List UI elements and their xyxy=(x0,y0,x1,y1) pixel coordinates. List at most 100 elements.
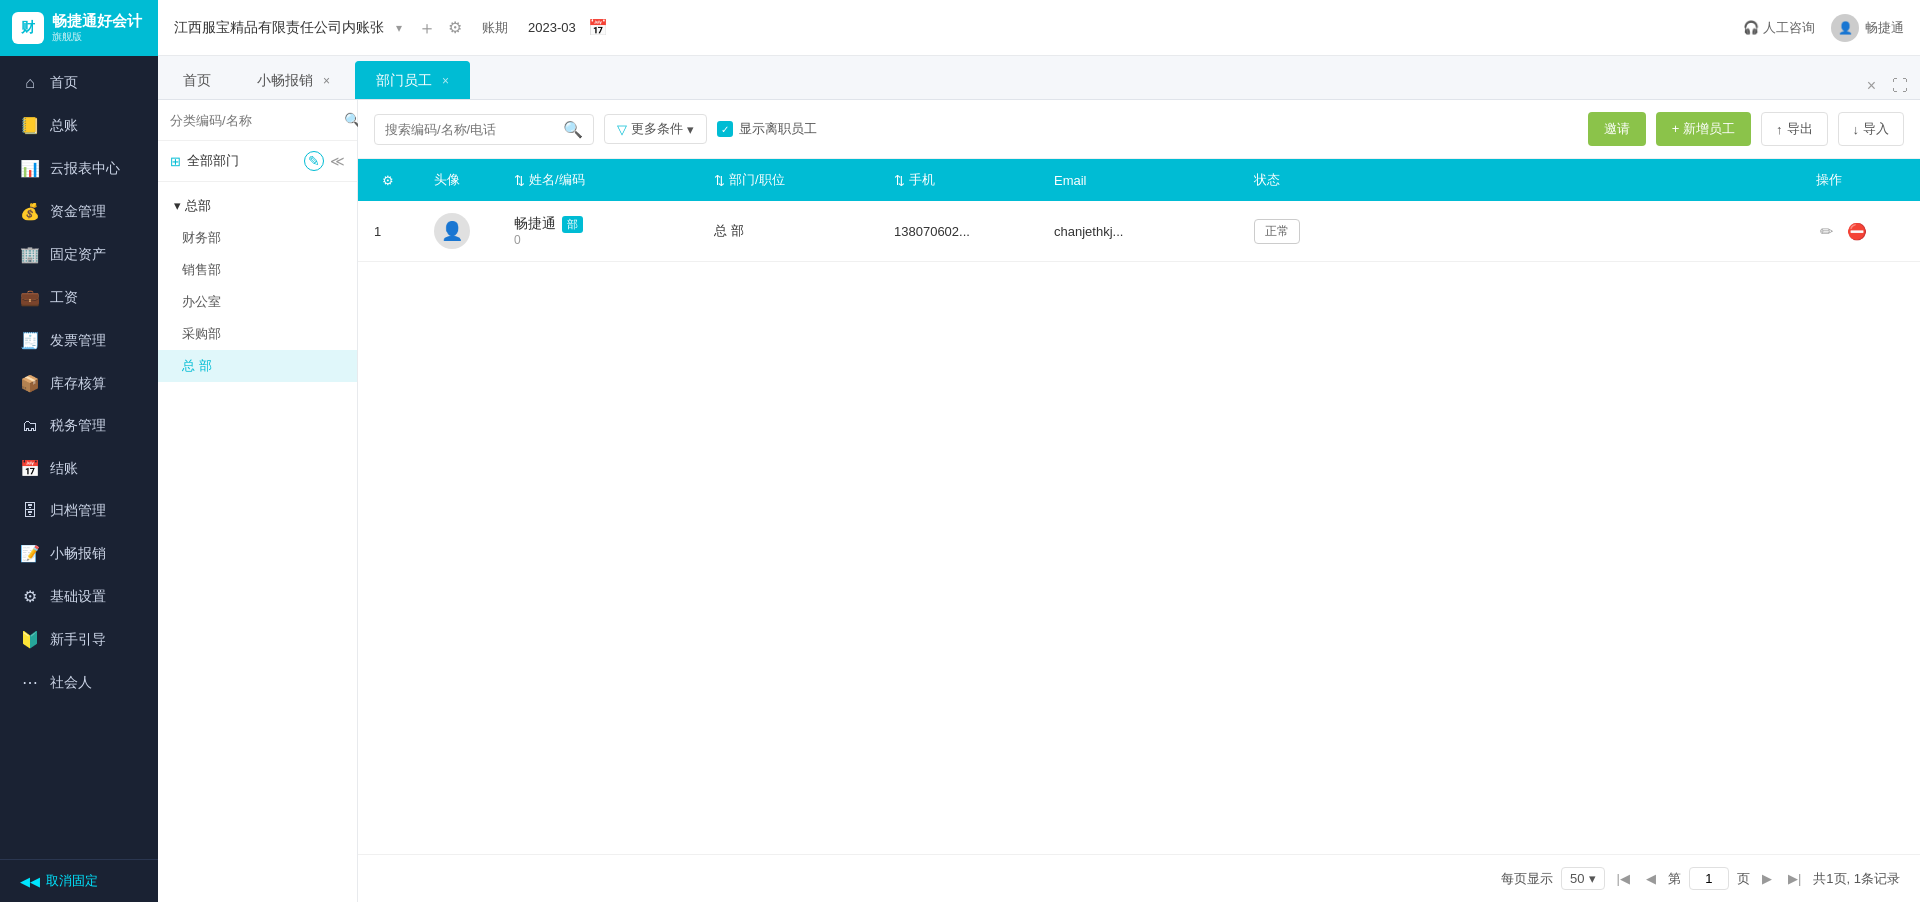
sidebar-item-capital[interactable]: 💰 资金管理 xyxy=(0,190,158,233)
first-page-icon[interactable]: |◀ xyxy=(1613,869,1634,888)
sidebar-item-label: 新手引导 xyxy=(50,631,106,649)
tab-expense[interactable]: 小畅报销 × xyxy=(236,61,351,99)
import-button[interactable]: ↓ 导入 xyxy=(1838,112,1905,146)
tab-department[interactable]: 部门员工 × xyxy=(355,61,470,99)
sidebar-pin-toggle[interactable]: ◀◀ 取消固定 xyxy=(0,859,158,902)
add-company-icon[interactable]: ＋ xyxy=(418,16,436,40)
row-avatar: 👤 xyxy=(418,201,498,261)
topbar-right: 🎧 人工咨询 👤 畅捷通 xyxy=(1743,14,1904,42)
sidebar-item-invoice[interactable]: 🧾 发票管理 xyxy=(0,319,158,362)
dept-search-input[interactable] xyxy=(170,113,338,128)
tab-home[interactable]: 首页 xyxy=(162,61,232,99)
sidebar-logo: 财 畅捷通好会计 旗舰版 xyxy=(0,0,158,56)
tab-label: 部门员工 xyxy=(376,72,432,90)
tab-close-icon[interactable]: × xyxy=(323,74,330,88)
dept-actions: ✎ xyxy=(304,151,324,171)
th-avatar-label: 头像 xyxy=(434,171,460,189)
th-name[interactable]: ⇅ 姓名/编码 xyxy=(498,159,698,201)
sidebar-item-label: 发票管理 xyxy=(50,332,106,350)
row-email: chanjethkj... xyxy=(1038,212,1238,251)
close-tab-icon[interactable]: × xyxy=(1863,73,1880,99)
edit-employee-icon[interactable]: ✏ xyxy=(1816,220,1837,243)
edit-dept-icon[interactable]: ✎ xyxy=(304,151,324,171)
app-edition: 旗舰版 xyxy=(52,30,142,44)
invoice-icon: 🧾 xyxy=(20,331,40,350)
sidebar-item-archive[interactable]: 🗄 归档管理 xyxy=(0,490,158,532)
sidebar-item-label: 总账 xyxy=(50,117,78,135)
company-dropdown-icon[interactable]: ▾ xyxy=(396,21,402,35)
employee-avatar: 👤 xyxy=(434,213,470,249)
per-page-value: 50 xyxy=(1570,871,1584,886)
close-period-icon: 📅 xyxy=(20,459,40,478)
th-status: 状态 xyxy=(1238,159,1800,201)
logout-employee-icon[interactable]: ⛔ xyxy=(1843,220,1871,243)
sidebar-item-close[interactable]: 📅 结账 xyxy=(0,447,158,490)
invite-button[interactable]: 邀请 xyxy=(1588,112,1646,146)
filter-chevron-icon: ▾ xyxy=(687,122,694,137)
show-former-employees[interactable]: ✓ 显示离职员工 xyxy=(717,120,817,138)
pin-icon: ◀◀ xyxy=(20,874,40,889)
last-page-icon[interactable]: ▶| xyxy=(1784,869,1805,888)
sidebar-item-tax[interactable]: 🗂 税务管理 xyxy=(0,405,158,447)
user-menu[interactable]: 👤 畅捷通 xyxy=(1831,14,1904,42)
sidebar-item-assets[interactable]: 🏢 固定资产 xyxy=(0,233,158,276)
dept-item-hq[interactable]: 总 部 xyxy=(158,350,357,382)
service-button[interactable]: 🎧 人工咨询 xyxy=(1743,19,1815,37)
sidebar-item-ledger[interactable]: 📒 总账 xyxy=(0,104,158,147)
th-phone[interactable]: ⇅ 手机 xyxy=(878,159,1038,201)
sidebar-item-salary[interactable]: 💼 工资 xyxy=(0,276,158,319)
dept-item-finance[interactable]: 财务部 xyxy=(158,222,357,254)
sidebar-item-label: 小畅报销 xyxy=(50,545,106,563)
table-body: 1 👤 畅捷通 部 xyxy=(358,201,1920,262)
next-page-icon[interactable]: ▶ xyxy=(1758,869,1776,888)
emp-search-box: 🔍 xyxy=(374,114,594,145)
sidebar-item-label: 首页 xyxy=(50,74,78,92)
row-actions: ✏ ⛔ xyxy=(1800,208,1920,255)
sidebar-item-more[interactable]: ⋯ 社会人 xyxy=(0,661,158,704)
sidebar-item-expense[interactable]: 📝 小畅报销 xyxy=(0,532,158,575)
gear-icon[interactable]: ⚙ xyxy=(382,173,394,188)
dept-item-headquarters-parent[interactable]: ▾ 总部 xyxy=(158,190,357,222)
employee-name: 畅捷通 xyxy=(514,215,556,233)
filter-icon: ▽ xyxy=(617,122,627,137)
export-button[interactable]: ↑ 导出 xyxy=(1761,112,1828,146)
page-input[interactable] xyxy=(1689,867,1729,890)
employee-dept: 总 部 xyxy=(714,222,744,240)
per-page-select[interactable]: 50 ▾ xyxy=(1561,867,1604,890)
th-gear[interactable]: ⚙ xyxy=(358,159,418,201)
sidebar-item-label: 云报表中心 xyxy=(50,160,120,178)
row-name-code: 畅捷通 部 0 xyxy=(498,203,698,259)
dept-collapse-icon[interactable]: ≪ xyxy=(330,153,345,169)
calendar-icon[interactable]: 📅 xyxy=(588,18,608,37)
period-value: 2023-03 xyxy=(528,20,576,35)
th-dept[interactable]: ⇅ 部门/职位 xyxy=(698,159,878,201)
sidebar-item-guide[interactable]: 🔰 新手引导 xyxy=(0,618,158,661)
search-icon[interactable]: 🔍 xyxy=(563,120,583,139)
expense-icon: 📝 xyxy=(20,544,40,563)
show-former-checkbox[interactable]: ✓ xyxy=(717,121,733,137)
sidebar-item-settings[interactable]: ⚙ 基础设置 xyxy=(0,575,158,618)
tabs-bar: 首页 小畅报销 × 部门员工 × × ⛶ xyxy=(158,56,1920,100)
emp-search-input[interactable] xyxy=(385,122,557,137)
content-area: 🔍 ⊞ 全部部门 ✎ ≪ ▾ 总部 财务部 销售部 办公室 采购部 总 部 xyxy=(158,100,1920,902)
filter-button[interactable]: ▽ 更多条件 ▾ xyxy=(604,114,707,144)
settings-icon[interactable]: ⚙ xyxy=(448,18,462,37)
prev-page-icon[interactable]: ◀ xyxy=(1642,869,1660,888)
table-row: 1 👤 畅捷通 部 xyxy=(358,201,1920,262)
per-page-chevron-icon: ▾ xyxy=(1589,871,1596,886)
sidebar-item-reports[interactable]: 📊 云报表中心 xyxy=(0,147,158,190)
add-employee-button[interactable]: + 新增员工 xyxy=(1656,112,1751,146)
page-label: 页 xyxy=(1737,870,1750,888)
company-name: 江西服宝精品有限责任公司内账张 xyxy=(174,19,384,37)
dept-item-office[interactable]: 办公室 xyxy=(158,286,357,318)
expand-icon[interactable]: ⛶ xyxy=(1888,73,1912,99)
dept-item-purchase[interactable]: 采购部 xyxy=(158,318,357,350)
tab-close-icon[interactable]: × xyxy=(442,74,449,88)
th-name-label: 姓名/编码 xyxy=(529,171,585,189)
show-former-label: 显示离职员工 xyxy=(739,120,817,138)
row-phone: 138070602... xyxy=(878,212,1038,251)
th-phone-sort-icon: ⇅ xyxy=(894,173,905,188)
sidebar-item-home[interactable]: ⌂ 首页 xyxy=(0,62,158,104)
sidebar-item-inventory[interactable]: 📦 库存核算 xyxy=(0,362,158,405)
dept-item-sales[interactable]: 销售部 xyxy=(158,254,357,286)
